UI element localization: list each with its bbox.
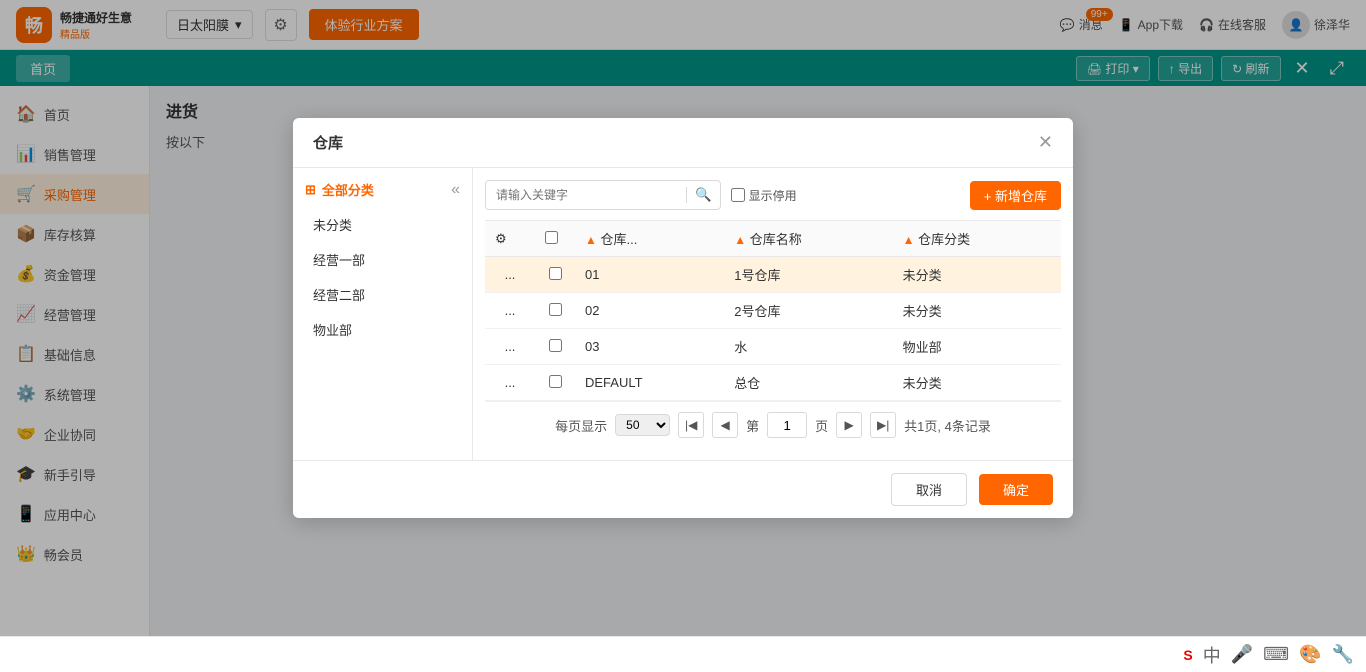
col-header-gear: ⚙ (485, 221, 535, 257)
next-page-button[interactable]: ▶ (836, 412, 862, 438)
table-body: ... 01 1号仓库 未分类 ... 02 2号仓库 未分类 ... 03 水… (485, 257, 1061, 401)
row-check[interactable] (535, 365, 575, 401)
row-category: 未分类 (893, 365, 1061, 401)
row-code: 03 (575, 329, 724, 365)
table-row[interactable]: ... 03 水 物业部 (485, 329, 1061, 365)
row-category: 未分类 (893, 257, 1061, 293)
all-categories-label: 全部分类 (322, 180, 374, 199)
modal-body: ⊞ 全部分类 « 未分类 经营一部 经营二部 物业部 🔍 (293, 168, 1073, 460)
first-page-button[interactable]: |◀ (678, 412, 704, 438)
warehouse-modal: 仓库 ✕ ⊞ 全部分类 « 未分类 经营一部 经营二部 物业部 (293, 118, 1073, 518)
modal-footer: 取消 确定 (293, 460, 1073, 518)
warehouse-table: ⚙ ▲ 仓库... ▲ 仓库名称 ▲ 仓库分类 ... 01 1号仓库 未分类 (485, 220, 1061, 401)
modal-header: 仓库 ✕ (293, 118, 1073, 168)
sort-icon-category: ▲ (903, 233, 915, 247)
col-header-code: ▲ 仓库... (575, 221, 724, 257)
total-info: 共1页, 4条记录 (904, 416, 991, 435)
sort-icon-code: ▲ (585, 233, 597, 247)
col-header-category: ▲ 仓库分类 (893, 221, 1061, 257)
tree-collapse-button[interactable]: « (451, 181, 460, 199)
show-disabled-text: 显示停用 (749, 187, 797, 204)
keyboard-icon: ⌨ (1263, 644, 1289, 665)
table-panel: 🔍 显示停用 + 新增仓库 ⚙ (473, 168, 1073, 460)
table-toolbar: 🔍 显示停用 + 新增仓库 (485, 180, 1061, 210)
row-name: 水 (724, 329, 892, 365)
add-warehouse-button[interactable]: + 新增仓库 (970, 181, 1061, 210)
table-header-row: ⚙ ▲ 仓库... ▲ 仓库名称 ▲ 仓库分类 (485, 221, 1061, 257)
table-row[interactable]: ... DEFAULT 总仓 未分类 (485, 365, 1061, 401)
modal-overlay[interactable]: 仓库 ✕ ⊞ 全部分类 « 未分类 经营一部 经营二部 物业部 (0, 0, 1366, 636)
row-gear[interactable]: ... (485, 257, 535, 293)
modal-title: 仓库 (313, 132, 343, 153)
modal-close-button[interactable]: ✕ (1038, 132, 1053, 153)
skin-icon: 🎨 (1299, 644, 1321, 665)
tree-item-property[interactable]: 物业部 (293, 312, 472, 347)
col-header-name: ▲ 仓库名称 (724, 221, 892, 257)
search-button[interactable]: 🔍 (686, 187, 720, 203)
row-checkbox[interactable] (549, 303, 562, 316)
show-disabled-checkbox[interactable] (731, 188, 745, 202)
table-row[interactable]: ... 02 2号仓库 未分类 (485, 293, 1061, 329)
row-check[interactable] (535, 329, 575, 365)
row-name: 总仓 (724, 365, 892, 401)
tree-item-dept2[interactable]: 经营二部 (293, 277, 472, 312)
select-all-checkbox[interactable] (545, 231, 558, 244)
row-name: 1号仓库 (724, 257, 892, 293)
page-size-label: 每页显示 (555, 416, 607, 435)
tools-icon: 🔧 (1332, 644, 1354, 665)
row-code: DEFAULT (575, 365, 724, 401)
table-container: ⚙ ▲ 仓库... ▲ 仓库名称 ▲ 仓库分类 ... 01 1号仓库 未分类 (485, 220, 1061, 401)
last-page-button[interactable]: ▶| (870, 412, 896, 438)
row-gear[interactable]: ... (485, 365, 535, 401)
row-category: 物业部 (893, 329, 1061, 365)
cancel-button[interactable]: 取消 (891, 473, 967, 506)
row-checkbox[interactable] (549, 267, 562, 280)
bottom-bar: S 中 🎤 ⌨ 🎨 🔧 (0, 636, 1366, 672)
current-page-input[interactable] (767, 412, 807, 438)
page-unit: 页 (815, 416, 828, 435)
row-code: 02 (575, 293, 724, 329)
tree-header: ⊞ 全部分类 « (293, 180, 472, 207)
row-checkbox[interactable] (549, 339, 562, 352)
table-row[interactable]: ... 01 1号仓库 未分类 (485, 257, 1061, 293)
row-code: 01 (575, 257, 724, 293)
search-box: 🔍 (485, 180, 721, 210)
show-disabled-label[interactable]: 显示停用 (731, 187, 797, 204)
grid-icon: ⊞ (305, 182, 316, 198)
tree-item-dept1[interactable]: 经营一部 (293, 242, 472, 277)
page-label: 第 (746, 416, 759, 435)
row-checkbox[interactable] (549, 375, 562, 388)
row-name: 2号仓库 (724, 293, 892, 329)
chinese-input-icon: 中 (1203, 642, 1221, 668)
search-input[interactable] (486, 181, 686, 209)
confirm-button[interactable]: 确定 (979, 474, 1053, 505)
row-check[interactable] (535, 257, 575, 293)
row-gear[interactable]: ... (485, 329, 535, 365)
all-categories-item[interactable]: ⊞ 全部分类 (305, 180, 374, 199)
sort-icon-name: ▲ (734, 233, 746, 247)
pagination: 每页显示 50 20 100 |◀ ◀ 第 页 ▶ ▶| 共1页, 4条记录 (485, 401, 1061, 448)
category-tree-panel: ⊞ 全部分类 « 未分类 经营一部 经营二部 物业部 (293, 168, 473, 460)
prev-page-button[interactable]: ◀ (712, 412, 738, 438)
page-size-select[interactable]: 50 20 100 (615, 414, 670, 436)
mic-icon: 🎤 (1231, 644, 1253, 665)
col-header-check (535, 221, 575, 257)
table-head: ⚙ ▲ 仓库... ▲ 仓库名称 ▲ 仓库分类 (485, 221, 1061, 257)
sougou-icon: S (1183, 647, 1192, 663)
row-check[interactable] (535, 293, 575, 329)
row-category: 未分类 (893, 293, 1061, 329)
row-gear[interactable]: ... (485, 293, 535, 329)
tree-item-unclassified[interactable]: 未分类 (293, 207, 472, 242)
